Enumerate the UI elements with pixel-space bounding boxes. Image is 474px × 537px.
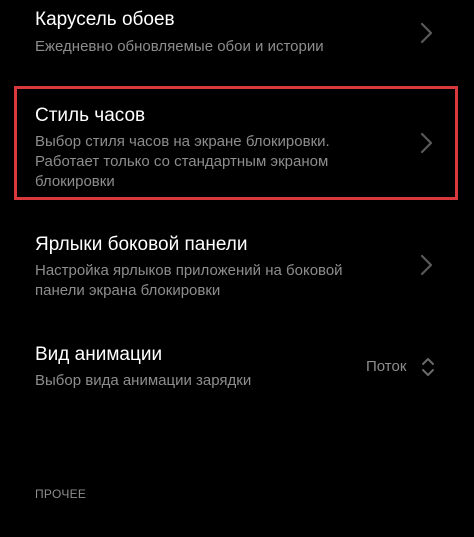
section-header-other: ПРОЧЕЕ	[35, 487, 87, 501]
chevron-right-icon	[420, 132, 433, 154]
wallpaper-carousel-title: Карусель обоев	[35, 9, 175, 30]
clock-style-description-line-1: Выбор стиля часов на экране блокировки.	[35, 133, 330, 150]
animation-type-title: Вид анимации	[35, 344, 163, 365]
side-panel-shortcuts-title: Ярлыки боковой панели	[35, 234, 248, 255]
up-down-arrows-icon[interactable]	[420, 355, 436, 379]
side-panel-shortcuts-item[interactable]: Ярлыки боковой панели Настройка ярлыков …	[0, 224, 474, 310]
animation-type-value[interactable]: Поток	[366, 357, 406, 377]
wallpaper-carousel-item[interactable]: Карусель обоев Ежедневно обновляемые обо…	[0, 0, 474, 76]
side-panel-shortcuts-description-line-1: Настройка ярлыков приложений на боковой	[35, 262, 343, 279]
clock-style-title: Стиль часов	[35, 105, 146, 126]
animation-type-description: Выбор вида анимации зарядки	[35, 372, 252, 389]
chevron-right-icon	[420, 254, 433, 276]
chevron-right-icon	[420, 22, 433, 44]
wallpaper-carousel-description: Ежедневно обновляемые обои и истории	[35, 38, 324, 55]
settings-screen: Карусель обоев Ежедневно обновляемые обо…	[0, 0, 474, 537]
clock-style-description-line-3: блокировки	[35, 173, 115, 190]
clock-style-item[interactable]: Стиль часов Выбор стиля часов на экране …	[0, 86, 474, 200]
clock-style-description-line-2: Работает только со стандартным экраном	[35, 153, 329, 170]
side-panel-shortcuts-description-line-2: панели экрана блокировки	[35, 282, 221, 299]
